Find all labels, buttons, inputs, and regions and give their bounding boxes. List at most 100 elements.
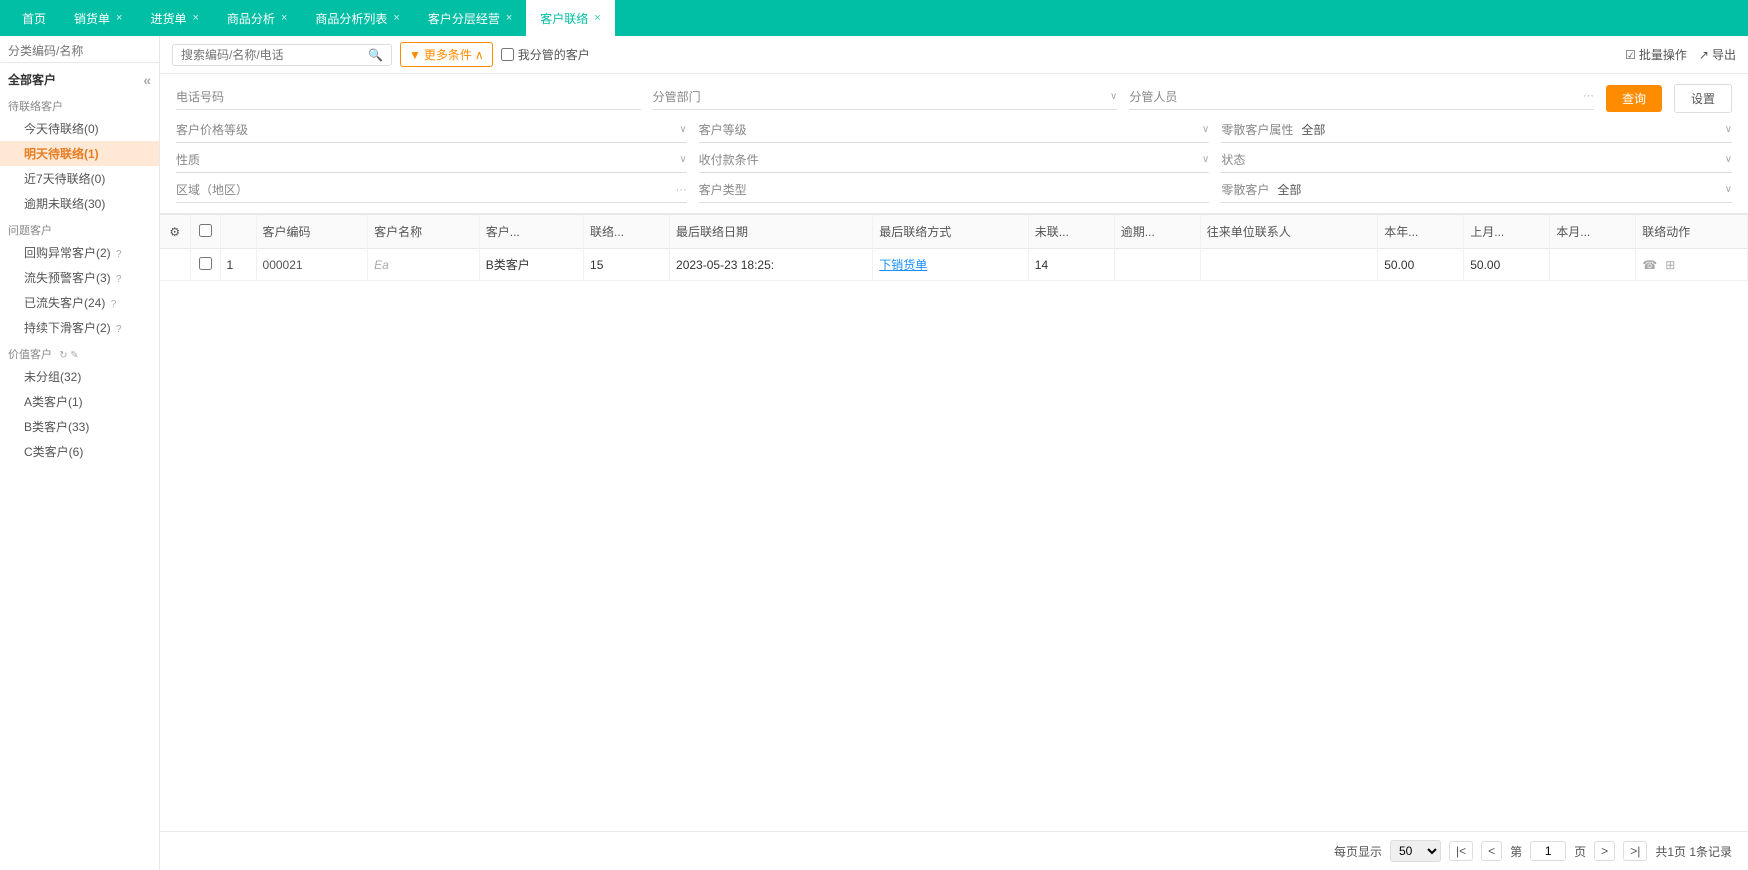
my-customers-checkbox[interactable]: 我分管的客户 — [501, 46, 590, 63]
more-action-icon[interactable]: ⊞ — [1665, 258, 1675, 272]
nav-purchase-order[interactable]: 进货单 × — [136, 0, 212, 36]
sidebar-all-customers[interactable]: 全部客户 « — [0, 63, 159, 92]
first-page-button[interactable]: |< — [1449, 841, 1473, 861]
nav-product-analysis-list[interactable]: 商品分析列表 × — [301, 0, 413, 36]
table-header-row: ⚙ 客户编码 客户名称 客户... 联络... — [160, 215, 1748, 249]
close-customer-contact-icon[interactable]: × — [594, 12, 600, 24]
search-input[interactable] — [181, 48, 368, 62]
sidebar-group-problem: 问题客户 — [0, 216, 159, 240]
sidebar-item-class-c[interactable]: C类客户(6) — [0, 439, 159, 464]
sidebar-item-today-contact[interactable]: 今天待联络(0) — [0, 116, 159, 141]
search-icon[interactable]: 🔍 — [368, 48, 383, 62]
sidebar-item-week-contact[interactable]: 近7天待联络(0) — [0, 166, 159, 191]
last-page-button[interactable]: >| — [1623, 841, 1647, 861]
nav-sales-order[interactable]: 销货单 × — [60, 0, 136, 36]
contact-action-icon[interactable]: ☎ — [1642, 258, 1657, 272]
export-button[interactable]: ↗ 导出 — [1699, 46, 1736, 63]
row-settings — [160, 249, 190, 281]
batch-op-button[interactable]: ☑ 批量操作 — [1625, 46, 1687, 63]
col-checkbox[interactable] — [190, 215, 220, 249]
col-last-contact-method[interactable]: 最后联络方式 — [873, 215, 1029, 249]
filter-more-button[interactable]: ▼ 更多条件 ∧ — [400, 42, 493, 67]
person-more-icon[interactable]: ··· — [1583, 90, 1594, 102]
prev-page-button[interactable]: < — [1481, 841, 1502, 861]
top-nav: 首页 销货单 × 进货单 × 商品分析 × 商品分析列表 × 客户分层经营 × … — [0, 0, 1748, 36]
customer-level-dropdown-icon[interactable]: ∨ — [679, 124, 686, 135]
filter-person: 分管人员 ··· — [1129, 88, 1594, 110]
sidebar-item-lost-warning[interactable]: 流失预警客户(3) ? — [0, 265, 159, 290]
close-product-analysis-icon[interactable]: × — [281, 12, 287, 24]
nav-customer-segmentation[interactable]: 客户分层经营 × — [414, 0, 526, 36]
filter-customer-level: 客户价格等级 ∨ — [176, 121, 687, 143]
filter-customer-type: 客户类型 — [699, 181, 1210, 203]
sidebar: 🔍 全部客户 « 待联络客户 今天待联络(0) 明天待联络(1) 近7天待联络(… — [0, 36, 160, 870]
status-dropdown-icon[interactable]: ∨ — [1725, 154, 1732, 165]
collapse-icon: « — [143, 72, 151, 88]
table-row: 1 000021 Ea B类客户 15 2023-05-23 18:25: 下销… — [160, 249, 1748, 281]
row-checkbox[interactable] — [190, 249, 220, 281]
row-last-contact-date: 2023-05-23 18:25: — [670, 249, 873, 281]
sidebar-group-pending: 待联络客户 — [0, 92, 159, 116]
filter-payment: 收付款条件 ∨ — [699, 151, 1210, 173]
sidebar-item-class-b[interactable]: B类客户(33) — [0, 414, 159, 439]
filter-icon: ▼ — [409, 48, 421, 62]
retail-customer-dropdown-icon[interactable]: ∨ — [1725, 184, 1732, 195]
close-customer-segmentation-icon[interactable]: × — [506, 12, 512, 24]
nav-home[interactable]: 首页 — [8, 0, 60, 36]
row-this-month — [1550, 249, 1636, 281]
customer-grade-dropdown-icon[interactable]: ∨ — [1202, 124, 1209, 135]
col-action: 联络动作 — [1636, 215, 1748, 249]
row-name: Ea — [368, 249, 480, 281]
col-type[interactable]: 客户... — [479, 215, 583, 249]
payment-dropdown-icon[interactable]: ∨ — [1202, 154, 1209, 165]
col-unit-contact[interactable]: 往来单位联系人 — [1200, 215, 1377, 249]
nav-product-analysis[interactable]: 商品分析 × — [213, 0, 301, 36]
retail-attr-dropdown-icon[interactable]: ∨ — [1725, 124, 1732, 135]
sidebar-item-tomorrow-contact[interactable]: 明天待联络(1) — [0, 141, 159, 166]
close-product-analysis-list-icon[interactable]: × — [393, 12, 399, 24]
sidebar-item-unclassified[interactable]: 未分组(32) — [0, 364, 159, 389]
page-input[interactable] — [1530, 841, 1566, 861]
filter-row-2: 客户价格等级 ∨ 客户等级 ∨ 零散客户属性 全部 ∨ — [176, 121, 1732, 143]
row-last-contact-method[interactable]: 下销货单 — [873, 249, 1029, 281]
col-no-contact[interactable]: 未联... — [1028, 215, 1114, 249]
select-all-checkbox[interactable] — [199, 224, 212, 237]
region-more-icon[interactable]: ··· — [676, 184, 687, 196]
my-customers-check[interactable] — [501, 48, 514, 61]
next-page-button[interactable]: > — [1594, 841, 1615, 861]
col-contacts[interactable]: 联络... — [584, 215, 670, 249]
col-last-month[interactable]: 上月... — [1464, 215, 1550, 249]
close-sales-order-icon[interactable]: × — [116, 12, 122, 24]
gender-dropdown-icon[interactable]: ∨ — [679, 154, 686, 165]
table-wrapper: ⚙ 客户编码 客户名称 客户... 联络... — [160, 215, 1748, 831]
sidebar-item-class-a[interactable]: A类客户(1) — [0, 389, 159, 414]
sidebar-item-overdue-contact[interactable]: 逾期未联络(30) — [0, 191, 159, 216]
filter-panel: 电话号码 分管部门 ∨ 分管人员 ··· 查询 设置 — [160, 74, 1748, 214]
col-settings[interactable]: ⚙ — [160, 215, 190, 249]
reset-button[interactable]: 设置 — [1674, 84, 1732, 113]
row-type: B类客户 — [479, 249, 583, 281]
row-last-month: 50.00 — [1464, 249, 1550, 281]
col-code[interactable]: 客户编码 — [256, 215, 368, 249]
col-name[interactable]: 客户名称 — [368, 215, 480, 249]
row-unit-contact — [1200, 249, 1377, 281]
dept-dropdown-icon[interactable]: ∨ — [1110, 91, 1117, 102]
row-this-year: 50.00 — [1378, 249, 1464, 281]
col-last-contact-date[interactable]: 最后联络日期 — [670, 215, 873, 249]
nav-customer-contact[interactable]: 客户联络 × — [526, 0, 614, 36]
row-contacts: 15 — [584, 249, 670, 281]
sidebar-item-continuous-down[interactable]: 持续下滑客户(2) ? — [0, 315, 159, 340]
col-overdue[interactable]: 逾期... — [1114, 215, 1200, 249]
col-this-year[interactable]: 本年... — [1378, 215, 1464, 249]
sidebar-item-lost[interactable]: 已流失客户(24) ? — [0, 290, 159, 315]
row-code[interactable]: 000021 — [256, 249, 368, 281]
close-purchase-order-icon[interactable]: × — [192, 12, 198, 24]
query-button[interactable]: 查询 — [1606, 85, 1662, 112]
filter-row-1: 电话号码 分管部门 ∨ 分管人员 ··· 查询 设置 — [176, 84, 1732, 113]
row-overdue — [1114, 249, 1200, 281]
sidebar-item-repeat-abnormal[interactable]: 回购异常客户(2) ? — [0, 240, 159, 265]
page-size-select[interactable]: 50 100 — [1390, 840, 1441, 862]
sidebar-search-input[interactable] — [8, 44, 160, 58]
phone-input[interactable] — [232, 89, 641, 103]
col-this-month[interactable]: 本月... — [1550, 215, 1636, 249]
